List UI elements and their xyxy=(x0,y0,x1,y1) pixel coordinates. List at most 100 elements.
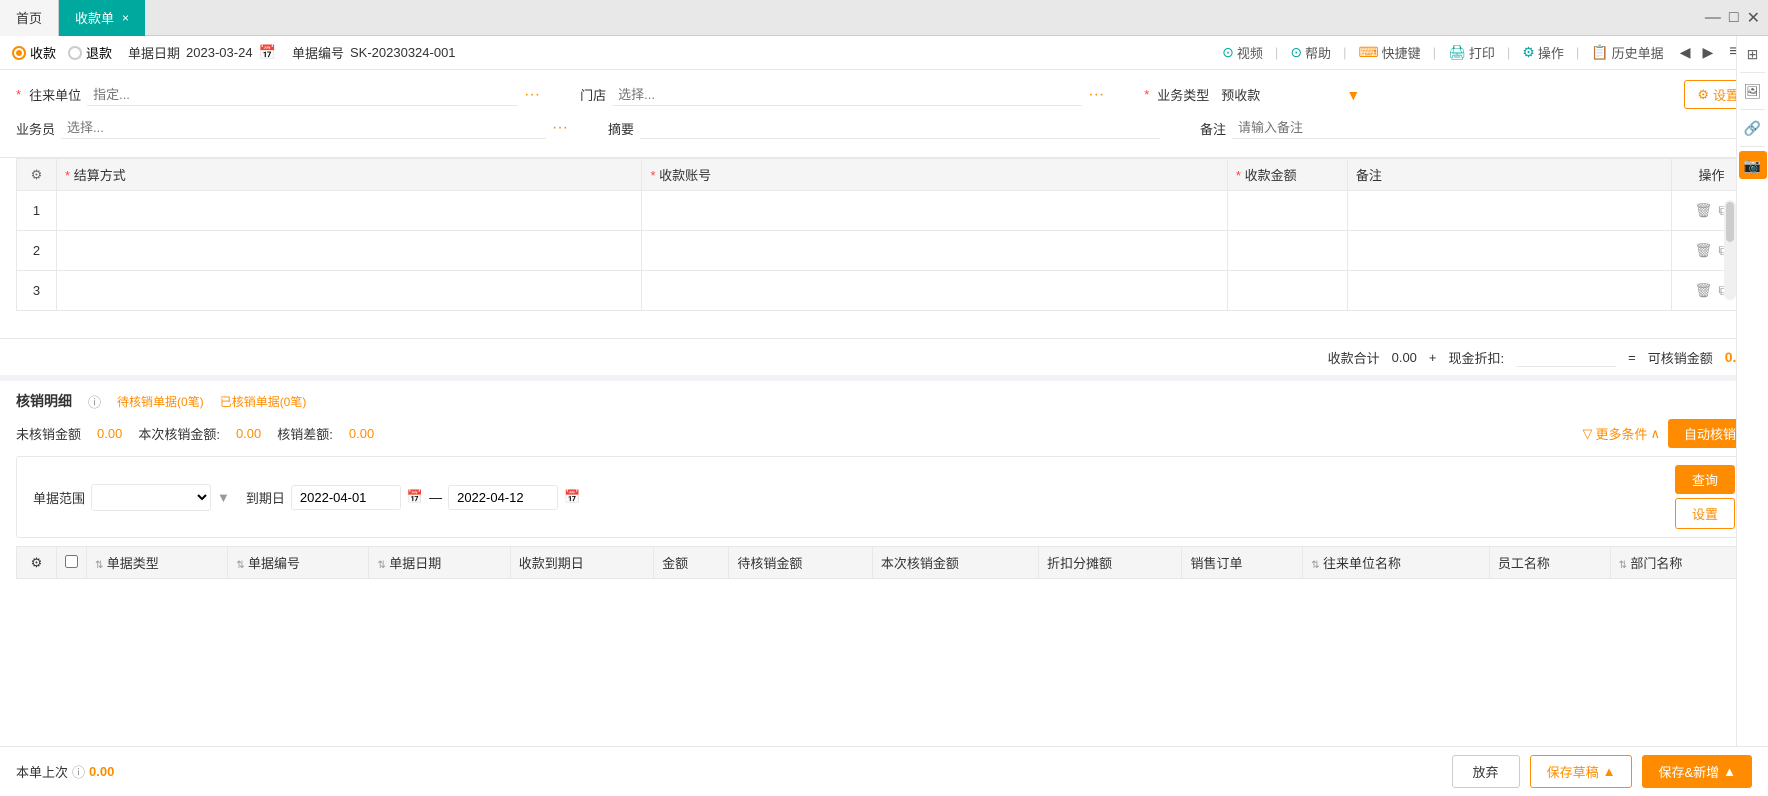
radio-receipt-label: 收款 xyxy=(30,43,56,62)
calendar-to-icon[interactable]: 📅 xyxy=(564,489,580,505)
prev-arrow[interactable]: ◀ xyxy=(1676,42,1695,63)
action-history[interactable]: 📋 历史单据 xyxy=(1591,43,1663,62)
settings-gear-icon: ⚙ xyxy=(1697,87,1709,103)
unverified-value: 0.00 xyxy=(97,426,122,441)
unverified-label: 未核销金额 xyxy=(16,424,81,443)
sidebar-sep3 xyxy=(1740,146,1765,147)
employee-field: 业务员 ··· xyxy=(16,117,568,139)
biz-type-value: 预收款 xyxy=(1221,85,1260,104)
sep1: | xyxy=(1275,45,1278,60)
sidebar-camera-btn[interactable]: 📷 xyxy=(1739,151,1767,179)
employee-input[interactable] xyxy=(61,117,546,139)
row-2-account[interactable] xyxy=(642,231,1227,271)
tab-bar-minimize-icon[interactable]: — xyxy=(1705,9,1721,27)
date-from-input[interactable] xyxy=(291,485,401,510)
completed-badge[interactable]: 已核销单据(0笔) xyxy=(220,393,307,410)
info-circle-icon: ⓘ xyxy=(72,762,85,781)
party-input[interactable] xyxy=(87,84,518,106)
row-3-amount[interactable] xyxy=(1227,271,1347,311)
col-due-date-label: 收款到期日 xyxy=(519,556,584,571)
save-new-button[interactable]: 保存&新增 ▲ xyxy=(1642,755,1752,788)
sep4: | xyxy=(1507,45,1510,60)
tab-home[interactable]: 首页 xyxy=(0,0,59,36)
col-amount-label: 收款金额 xyxy=(1245,168,1297,183)
sep3: | xyxy=(1433,45,1436,60)
discount-input[interactable] xyxy=(1516,347,1616,367)
table-gear-icon[interactable]: ⚙ xyxy=(31,167,43,182)
employee-more-icon[interactable]: ··· xyxy=(552,119,568,137)
store-label: 门店 xyxy=(580,85,606,104)
row-1-account[interactable] xyxy=(642,191,1227,231)
col-pending-verify: 待核销金额 xyxy=(729,547,872,579)
col-gear[interactable]: ⚙ xyxy=(17,159,57,191)
col-dept-name: ⇅ 部门名称 xyxy=(1610,547,1751,579)
action-shortcut[interactable]: ⌨ 快捷键 xyxy=(1358,43,1420,62)
verification-section: 核销明细 ⓘ 待核销单据(0笔) 已核销单据(0笔) 未核销金额 0.00 本次… xyxy=(0,375,1768,589)
select-all-checkbox[interactable] xyxy=(65,555,78,568)
footer-actions: 放弃 保存草稿 ▲ 保存&新增 ▲ xyxy=(1452,755,1752,788)
row-3-remark[interactable] xyxy=(1347,271,1671,311)
party-more-icon[interactable]: ··· xyxy=(524,86,540,104)
sidebar-table-btn[interactable]: ⊞ xyxy=(1739,40,1767,68)
action-help[interactable]: ⊙ 帮助 xyxy=(1290,43,1331,62)
remark-input[interactable] xyxy=(1232,117,1752,139)
tab-bar-maximize-icon[interactable]: □ xyxy=(1729,9,1739,27)
query-button[interactable]: 查询 xyxy=(1675,465,1735,494)
summary-input[interactable] xyxy=(640,117,1160,139)
range-select[interactable] xyxy=(91,484,211,511)
action-help-label: 帮助 xyxy=(1305,43,1331,62)
row-1-amount[interactable] xyxy=(1227,191,1347,231)
sep2: | xyxy=(1343,45,1346,60)
store-more-icon[interactable]: ··· xyxy=(1088,86,1104,104)
calendar-from-icon[interactable]: 📅 xyxy=(407,489,423,505)
col-current-verify: 本次核销金额 xyxy=(872,547,1038,579)
radio-refund[interactable]: 退款 xyxy=(68,43,112,62)
action-shortcut-label: 快捷键 xyxy=(1382,43,1421,62)
range-field: 单据范围 ▼ xyxy=(33,484,230,511)
sidebar-image-btn[interactable]: 🖼 xyxy=(1739,77,1767,105)
bottom-table: ⚙ ⇅ 单据类型 ⇅ 单据编号 xyxy=(16,546,1752,579)
discount-label: 现金折扣: xyxy=(1449,348,1505,367)
action-print[interactable]: 🖨 打印 xyxy=(1448,43,1495,62)
table2-gear-icon[interactable]: ⚙ xyxy=(31,555,43,570)
tab-bar-close-icon[interactable]: ✕ xyxy=(1747,8,1760,28)
row-1-settle[interactable] xyxy=(57,191,642,231)
row-3-delete-icon[interactable]: 🗑 xyxy=(1695,282,1713,299)
action-video[interactable]: ⊙ 视频 xyxy=(1222,43,1263,62)
row-2-amount[interactable] xyxy=(1227,231,1347,271)
row-3-num: 3 xyxy=(17,271,57,311)
more-conditions-btn[interactable]: ▽ 更多条件 ∧ xyxy=(1582,424,1660,443)
tab-receipt[interactable]: 收款单 × xyxy=(59,0,145,36)
biz-type-dropdown-icon[interactable]: ▼ xyxy=(1346,87,1360,103)
row-3-settle[interactable] xyxy=(57,271,642,311)
calendar-icon[interactable]: 📅 xyxy=(259,44,276,61)
plus-sign: + xyxy=(1429,350,1437,365)
store-input[interactable] xyxy=(612,84,1082,106)
current-value: 0.00 xyxy=(236,426,261,441)
row-1-remark[interactable] xyxy=(1347,191,1671,231)
employee-label: 业务员 xyxy=(16,119,55,138)
scrollbar-thumb[interactable] xyxy=(1726,202,1734,242)
next-arrow[interactable]: ▶ xyxy=(1698,42,1717,63)
summary-row: 收款合计 0.00 + 现金折扣: = 可核销金额 0.00 xyxy=(0,338,1768,375)
biz-type-required-mark: * xyxy=(1144,87,1149,102)
row-2-remark[interactable] xyxy=(1347,231,1671,271)
row-2-delete-icon[interactable]: 🗑 xyxy=(1695,242,1713,259)
radio-receipt[interactable]: 收款 xyxy=(12,43,56,62)
action-operation[interactable]: ⚙ 操作 xyxy=(1522,43,1564,62)
row-2-settle[interactable] xyxy=(57,231,642,271)
filter-settings-button[interactable]: 设置 xyxy=(1675,498,1735,529)
col-doc-date: ⇅ 单据日期 xyxy=(369,547,510,579)
tab-close-icon[interactable]: × xyxy=(122,11,129,25)
col-doc-date-label: 单据日期 xyxy=(389,556,441,571)
row-1-delete-icon[interactable]: 🗑 xyxy=(1695,202,1713,219)
range-dropdown-icon[interactable]: ▼ xyxy=(217,490,230,505)
save-draft-button[interactable]: 保存草稿 ▲ xyxy=(1530,755,1633,788)
pending-badge[interactable]: 待核销单据(0笔) xyxy=(117,393,204,410)
row-3-account[interactable] xyxy=(642,271,1227,311)
info-icon[interactable]: ⓘ xyxy=(88,392,101,411)
date-to-input[interactable] xyxy=(448,485,558,510)
sidebar-link-btn[interactable]: 🔗 xyxy=(1739,114,1767,142)
date-label: 单据日期 xyxy=(128,43,180,62)
abandon-button[interactable]: 放弃 xyxy=(1452,755,1520,788)
